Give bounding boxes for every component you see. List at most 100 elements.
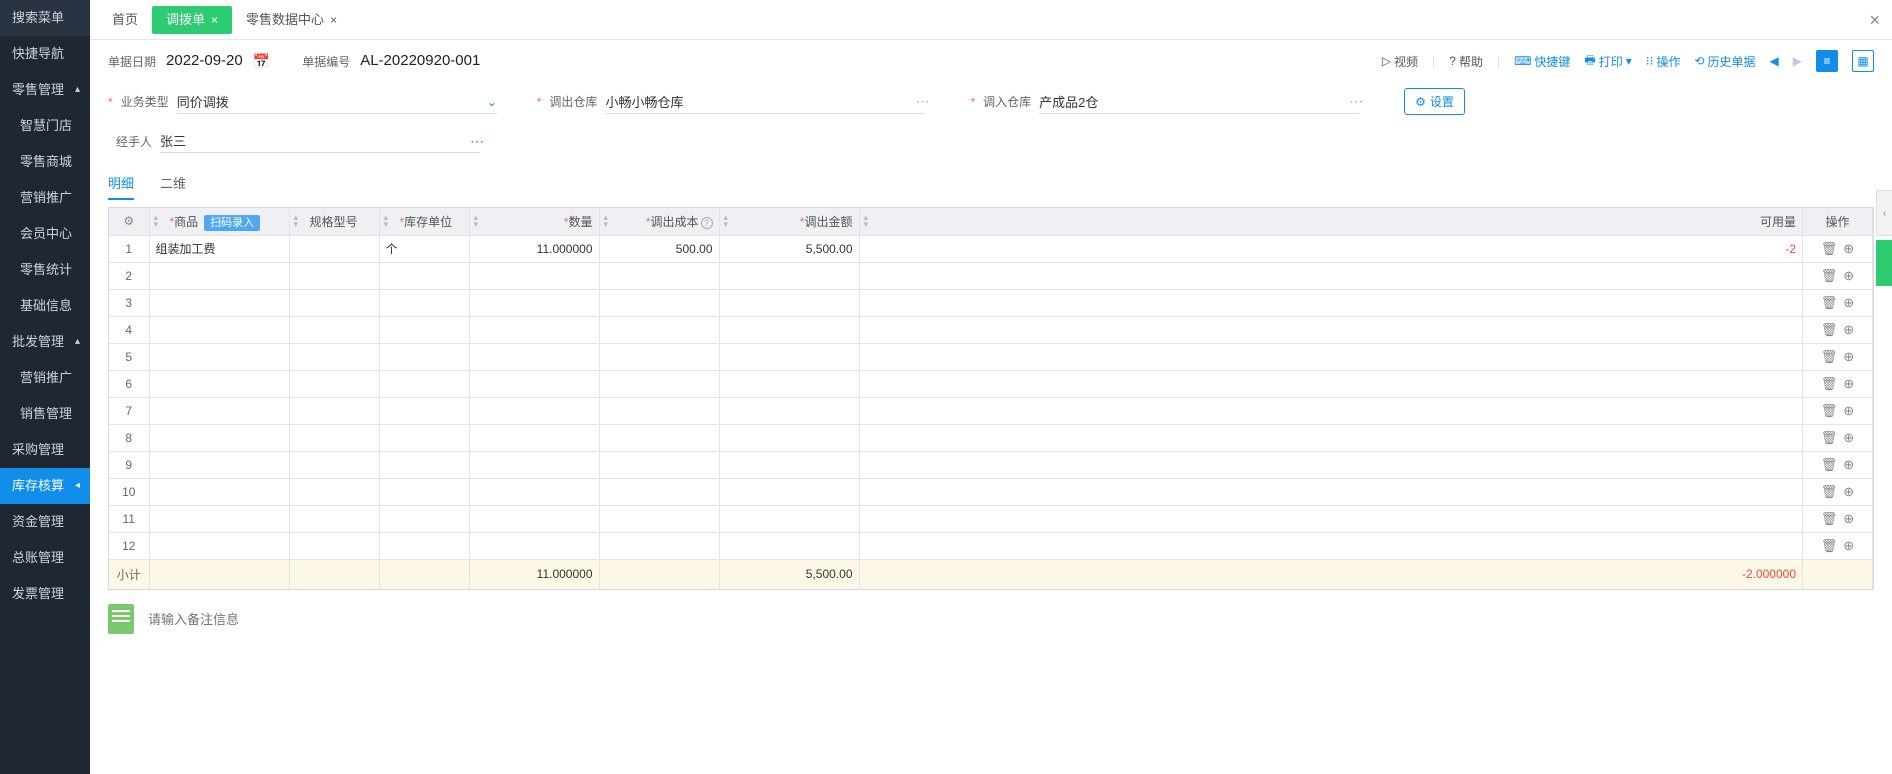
delete-icon[interactable]: 🗑 (1821, 322, 1838, 337)
cell-qty[interactable]: 11.000000 (469, 235, 599, 262)
cell-available[interactable] (859, 289, 1803, 316)
shortcut-button[interactable]: ⌨ 快捷键 (1514, 53, 1570, 70)
cell-qty[interactable] (469, 424, 599, 451)
cell-spec[interactable] (289, 505, 379, 532)
sort-icon[interactable]: ▴▾ (294, 214, 299, 228)
next-button[interactable]: ▶ (1793, 54, 1802, 68)
drawer-tab-2[interactable] (1876, 240, 1892, 286)
sidebar-item-basic-info[interactable]: 基础信息 (0, 288, 90, 324)
cell-spec[interactable] (289, 262, 379, 289)
cell-unit[interactable] (379, 424, 469, 451)
sidebar-item-invoice[interactable]: 发票管理 (0, 576, 90, 612)
operate-button[interactable]: ⁝⁝ 操作 (1646, 53, 1681, 70)
cell-out-amount[interactable] (719, 343, 859, 370)
cell-qty[interactable] (469, 451, 599, 478)
prev-button[interactable]: ◀ (1770, 54, 1779, 68)
close-icon[interactable]: × (211, 6, 218, 34)
add-icon[interactable]: ⊕ (1843, 349, 1854, 364)
add-icon[interactable]: ⊕ (1843, 484, 1854, 499)
table-row[interactable]: 3🗑⊕ (109, 289, 1873, 316)
cell-available[interactable] (859, 505, 1803, 532)
cell-available[interactable]: -2 (859, 235, 1803, 262)
cell-qty[interactable] (469, 289, 599, 316)
cell-out-amount[interactable] (719, 532, 859, 559)
cell-product[interactable] (149, 370, 289, 397)
delete-icon[interactable]: 🗑 (1821, 241, 1838, 256)
cell-out-amount[interactable] (719, 289, 859, 316)
table-row[interactable]: 11🗑⊕ (109, 505, 1873, 532)
biz-type-input[interactable] (177, 90, 497, 114)
cell-out-cost[interactable] (599, 478, 719, 505)
cell-spec[interactable] (289, 532, 379, 559)
cell-available[interactable] (859, 262, 1803, 289)
col-gear[interactable]: ⚙ (109, 208, 149, 235)
cell-unit[interactable] (379, 532, 469, 559)
cell-available[interactable] (859, 532, 1803, 559)
col-available[interactable]: ▴▾可用量 (859, 208, 1803, 235)
sidebar-item-marketing[interactable]: 营销推广 (0, 180, 90, 216)
col-unit[interactable]: ▴▾*库存单位 (379, 208, 469, 235)
delete-icon[interactable]: 🗑 (1821, 403, 1838, 418)
cell-out-cost[interactable] (599, 316, 719, 343)
cell-available[interactable] (859, 478, 1803, 505)
more-icon[interactable]: ⋯ (1349, 93, 1364, 110)
cell-spec[interactable] (289, 235, 379, 262)
delete-icon[interactable]: 🗑 (1821, 538, 1838, 553)
cell-out-cost[interactable] (599, 397, 719, 424)
col-qty[interactable]: ▴▾*数量 (469, 208, 599, 235)
sidebar-item-quick-nav[interactable]: 快捷导航 (0, 36, 90, 72)
cell-out-amount[interactable] (719, 478, 859, 505)
cell-unit[interactable] (379, 262, 469, 289)
cell-out-amount[interactable] (719, 370, 859, 397)
cell-unit[interactable] (379, 478, 469, 505)
sidebar-item-member[interactable]: 会员中心 (0, 216, 90, 252)
cell-out-cost[interactable] (599, 424, 719, 451)
date-value[interactable]: 2022-09-20 (166, 52, 243, 70)
delete-icon[interactable]: 🗑 (1821, 484, 1838, 499)
calendar-icon[interactable]: 📅 (253, 53, 270, 70)
sidebar-item-retail-mall[interactable]: 零售商城 (0, 144, 90, 180)
cell-unit[interactable] (379, 370, 469, 397)
cell-product[interactable] (149, 262, 289, 289)
delete-icon[interactable]: 🗑 (1821, 295, 1838, 310)
cell-unit[interactable] (379, 397, 469, 424)
sidebar-item-wholesale[interactable]: 批发管理▴ (0, 324, 90, 360)
add-icon[interactable]: ⊕ (1843, 511, 1854, 526)
in-wh-input[interactable] (1039, 90, 1359, 114)
cell-product[interactable] (149, 532, 289, 559)
table-row[interactable]: 7🗑⊕ (109, 397, 1873, 424)
delete-icon[interactable]: 🗑 (1821, 430, 1838, 445)
table-row[interactable]: 10🗑⊕ (109, 478, 1873, 505)
cell-unit[interactable] (379, 289, 469, 316)
col-out-amount[interactable]: ▴▾*调出金额 (719, 208, 859, 235)
cell-product[interactable] (149, 505, 289, 532)
list-view-button[interactable]: ≡ (1816, 50, 1838, 72)
cell-product[interactable] (149, 478, 289, 505)
delete-icon[interactable]: 🗑 (1821, 376, 1838, 391)
cell-unit[interactable] (379, 343, 469, 370)
cell-out-cost[interactable] (599, 343, 719, 370)
cell-out-cost[interactable]: 500.00 (599, 235, 719, 262)
add-icon[interactable]: ⊕ (1843, 322, 1854, 337)
sidebar-item-sales-mgmt[interactable]: 销售管理 (0, 396, 90, 432)
cell-qty[interactable] (469, 397, 599, 424)
note-input[interactable] (148, 612, 548, 627)
cell-spec[interactable] (289, 370, 379, 397)
out-wh-input[interactable] (605, 90, 925, 114)
cell-product[interactable] (149, 343, 289, 370)
table-row[interactable]: 4🗑⊕ (109, 316, 1873, 343)
cell-available[interactable] (859, 451, 1803, 478)
tab-home[interactable]: 首页 (98, 6, 152, 34)
sort-icon[interactable]: ▴▾ (384, 214, 389, 228)
cell-out-amount[interactable] (719, 316, 859, 343)
cell-out-amount[interactable] (719, 424, 859, 451)
sidebar-item-ws-marketing[interactable]: 营销推广 (0, 360, 90, 396)
cell-qty[interactable] (469, 370, 599, 397)
cell-qty[interactable] (469, 262, 599, 289)
delete-icon[interactable]: 🗑 (1821, 457, 1838, 472)
cell-available[interactable] (859, 316, 1803, 343)
table-row[interactable]: 6🗑⊕ (109, 370, 1873, 397)
cell-out-cost[interactable] (599, 289, 719, 316)
sort-icon[interactable]: ▴▾ (604, 214, 609, 228)
cell-product[interactable]: 组装加工费 (149, 235, 289, 262)
